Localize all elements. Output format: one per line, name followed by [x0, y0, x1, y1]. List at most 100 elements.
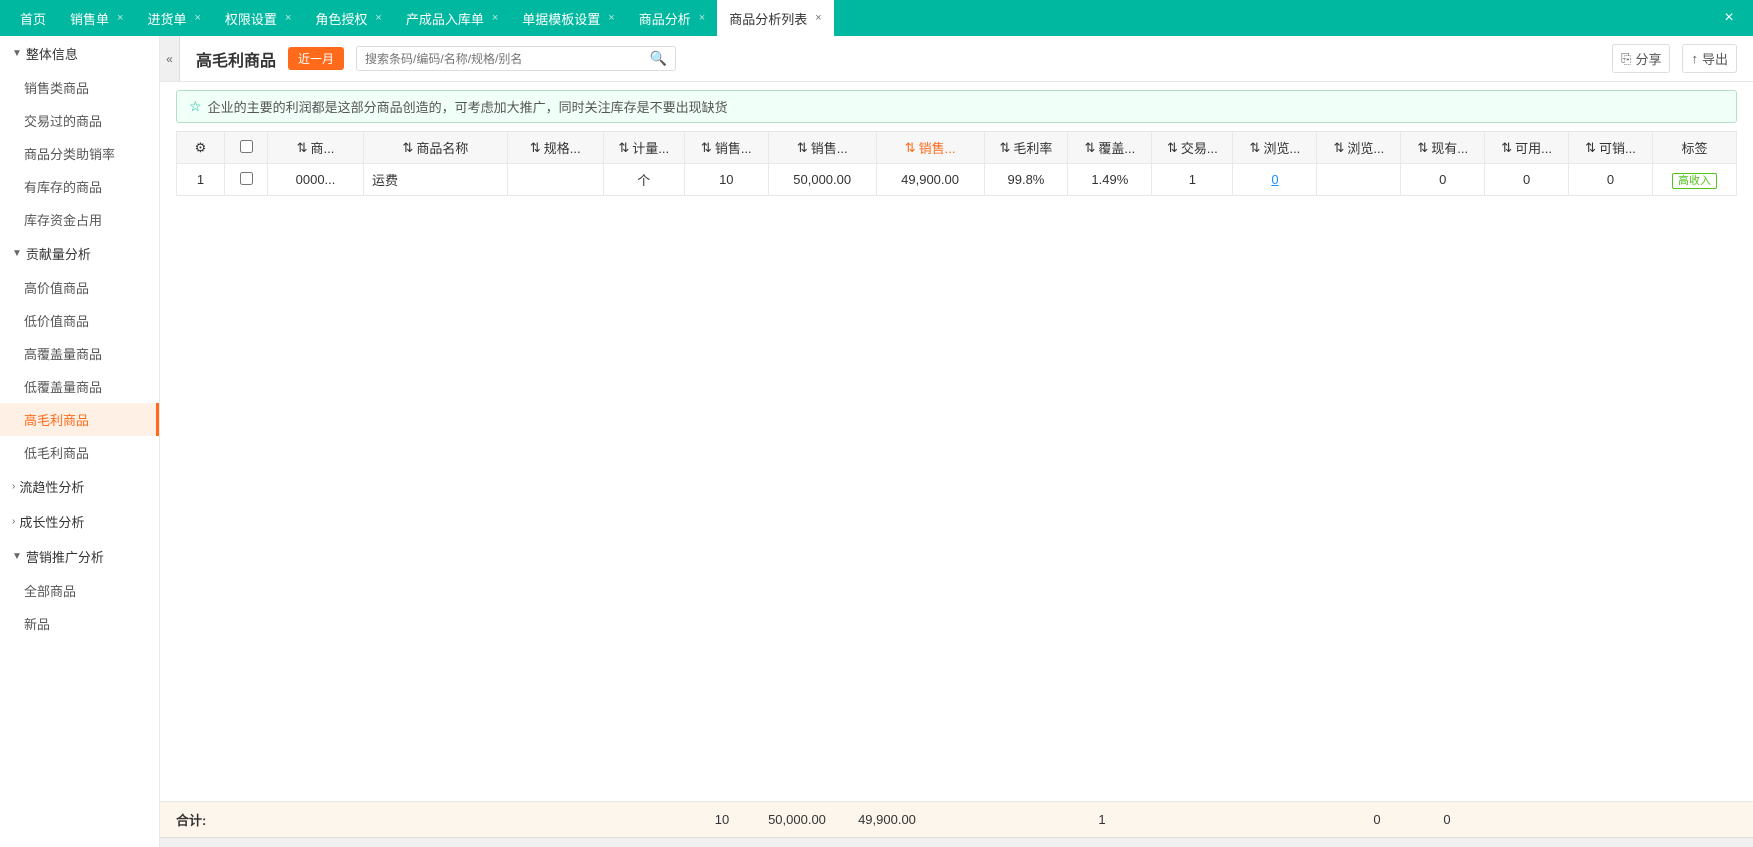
col-header-sellable[interactable]: ⇅ 可销...: [1569, 132, 1653, 164]
col-coverage-sort-icon: ⇅: [1084, 140, 1095, 156]
nav-sales[interactable]: 销售单 ×: [58, 0, 135, 36]
sidebar-item-in-stock[interactable]: 有库存的商品: [0, 170, 159, 203]
col-header-browse2[interactable]: ⇅ 浏览...: [1317, 132, 1401, 164]
sidebar-item-category-rate[interactable]: 商品分类助销率: [0, 137, 159, 170]
sidebar-item-high-value[interactable]: 高价值商品: [0, 271, 159, 304]
sidebar-item-high-coverage[interactable]: 高覆盖量商品: [0, 337, 159, 370]
col-name-sort-icon: ⇅: [402, 140, 413, 156]
row-checkbox[interactable]: [240, 172, 253, 185]
sidebar-item-traded-goods[interactable]: 交易过的商品: [0, 104, 159, 137]
nav-role[interactable]: 角色授权 ×: [303, 0, 393, 36]
sidebar-item-low-margin[interactable]: 低毛利商品: [0, 436, 159, 469]
data-table: ⚙ ⇅ 商...: [176, 131, 1737, 196]
nav-purchase[interactable]: 进货单 ×: [135, 0, 212, 36]
sidebar-item-low-coverage[interactable]: 低覆盖量商品: [0, 370, 159, 403]
sidebar-item-all-goods[interactable]: 全部商品: [0, 574, 159, 607]
cell-name: 运费: [363, 164, 507, 196]
sidebar-section-growth[interactable]: › 成长性分析: [0, 504, 159, 539]
select-all-checkbox[interactable]: [240, 140, 253, 153]
col-spec-sort-icon: ⇅: [530, 140, 541, 156]
sidebar-section-marketing[interactable]: ▼ 营销推广分析: [0, 539, 159, 574]
nav-goods-analysis[interactable]: 商品分析 ×: [627, 0, 717, 36]
col-header-sales-cost[interactable]: ⇅ 销售...: [876, 132, 984, 164]
cell-unit: 个: [603, 164, 684, 196]
cell-sales-cost: 49,900.00: [876, 164, 984, 196]
share-button[interactable]: ⎘ 分享: [1612, 44, 1670, 73]
sidebar-section-overall[interactable]: ▼ 整体信息: [0, 36, 159, 71]
period-button[interactable]: 近一月: [288, 47, 344, 70]
nav-template-close[interactable]: ×: [608, 12, 614, 24]
col-header-coverage[interactable]: ⇅ 覆盖...: [1068, 132, 1152, 164]
cell-sku: 0000...: [268, 164, 364, 196]
col-avail-sort-icon: ⇅: [1501, 140, 1512, 156]
nav-template[interactable]: 单据模板设置 ×: [510, 0, 626, 36]
footer-trade: 1: [1072, 812, 1132, 827]
hint-bar: ☆ 企业的主要的利润都是这部分商品创造的，可考虑加大推广，同时关注库存是不要出现…: [176, 90, 1737, 123]
col-header-avail[interactable]: ⇅ 可用...: [1485, 132, 1569, 164]
cell-sales-qty: 10: [684, 164, 768, 196]
search-icon[interactable]: 🔍: [650, 50, 667, 67]
sidebar-item-stock-fund[interactable]: 库存资金占用: [0, 203, 159, 236]
cell-browse2: [1317, 164, 1401, 196]
sidebar: ▼ 整体信息 销售类商品 交易过的商品 商品分类助销率 有库存的商品 库存资金占…: [0, 36, 160, 847]
nav-product-in[interactable]: 产成品入库单 ×: [394, 0, 510, 36]
col-header-stock[interactable]: ⇅ 现有...: [1401, 132, 1485, 164]
header-actions: ⎘ 分享 ↑ 导出: [1612, 44, 1737, 73]
export-button[interactable]: ↑ 导出: [1682, 44, 1737, 73]
sidebar-collapse-button[interactable]: «: [160, 36, 180, 81]
nav-goods-analysis-list-close[interactable]: ×: [815, 12, 821, 24]
sidebar-section-trend[interactable]: › 流趋性分析: [0, 469, 159, 504]
col-header-sales-qty[interactable]: ⇅ 销售...: [684, 132, 768, 164]
footer-label: 合计:: [176, 810, 376, 829]
footer-sellable: 0: [1412, 812, 1482, 827]
footer-bar: 合计: 10 50,000.00 49,900.00 1 0 0: [160, 801, 1753, 837]
col-browse1-sort-icon: ⇅: [1250, 140, 1261, 156]
col-header-sku[interactable]: ⇅ 商...: [268, 132, 364, 164]
window-close-button[interactable]: ×: [1713, 2, 1745, 34]
content-header: « 高毛利商品 近一月 🔍 ⎘ 分享 ↑ 导出: [160, 36, 1753, 82]
col-unit-sort-icon: ⇅: [618, 140, 629, 156]
sidebar-item-high-margin[interactable]: 高毛利商品: [0, 403, 159, 436]
nav-goods-analysis-close[interactable]: ×: [699, 12, 705, 24]
col-grossrate-sort-icon: ⇅: [999, 140, 1010, 156]
arrow-growth: ›: [12, 516, 15, 527]
cell-trade: 1: [1152, 164, 1233, 196]
col-trade-sort-icon: ⇅: [1167, 140, 1178, 156]
col-header-check[interactable]: [224, 132, 267, 164]
col-header-browse1[interactable]: ⇅ 浏览...: [1233, 132, 1317, 164]
hint-text: 企业的主要的利润都是这部分商品创造的，可考虑加大推广，同时关注库存是不要出现缺货: [208, 97, 728, 116]
nav-home[interactable]: 首页: [8, 0, 58, 36]
col-header-gross-rate[interactable]: ⇅ 毛利率: [984, 132, 1068, 164]
top-nav: 首页 销售单 × 进货单 × 权限设置 × 角色授权 × 产成品入库单 × 单据…: [0, 0, 1753, 36]
col-stock-sort-icon: ⇅: [1417, 140, 1428, 156]
nav-permission[interactable]: 权限设置 ×: [213, 0, 303, 36]
cell-index: 1: [177, 164, 225, 196]
cell-gross-rate: 99.8%: [984, 164, 1068, 196]
sidebar-item-sales-goods[interactable]: 销售类商品: [0, 71, 159, 104]
sidebar-item-new-goods[interactable]: 新品: [0, 607, 159, 640]
sidebar-item-low-value[interactable]: 低价值商品: [0, 304, 159, 337]
nav-role-close[interactable]: ×: [375, 12, 381, 24]
cell-coverage: 1.49%: [1068, 164, 1152, 196]
nav-permission-close[interactable]: ×: [285, 12, 291, 24]
nav-goods-analysis-list[interactable]: 商品分析列表 ×: [717, 0, 833, 36]
cell-check[interactable]: [224, 164, 267, 196]
search-input[interactable]: [365, 52, 644, 66]
horizontal-scrollbar[interactable]: [160, 837, 1753, 847]
nav-product-in-close[interactable]: ×: [492, 12, 498, 24]
col-header-name[interactable]: ⇅ 商品名称: [363, 132, 507, 164]
main-layout: ▼ 整体信息 销售类商品 交易过的商品 商品分类助销率 有库存的商品 库存资金占…: [0, 36, 1753, 847]
col-header-trade[interactable]: ⇅ 交易...: [1152, 132, 1233, 164]
content-area: « 高毛利商品 近一月 🔍 ⎘ 分享 ↑ 导出: [160, 36, 1753, 847]
col-header-spec[interactable]: ⇅ 规格...: [507, 132, 603, 164]
arrow-contribution: ▼: [12, 248, 22, 259]
sidebar-section-contribution[interactable]: ▼ 贡献量分析: [0, 236, 159, 271]
nav-sales-close[interactable]: ×: [117, 12, 123, 24]
nav-purchase-close[interactable]: ×: [194, 12, 200, 24]
col-salescost-sort-icon: ⇅: [905, 140, 916, 156]
col-header-index[interactable]: ⚙: [177, 132, 225, 164]
cell-browse1[interactable]: 0: [1233, 164, 1317, 196]
col-header-sales-amt[interactable]: ⇅ 销售...: [768, 132, 876, 164]
col-header-unit[interactable]: ⇅ 计量...: [603, 132, 684, 164]
col-header-tag: 标签: [1652, 132, 1736, 164]
